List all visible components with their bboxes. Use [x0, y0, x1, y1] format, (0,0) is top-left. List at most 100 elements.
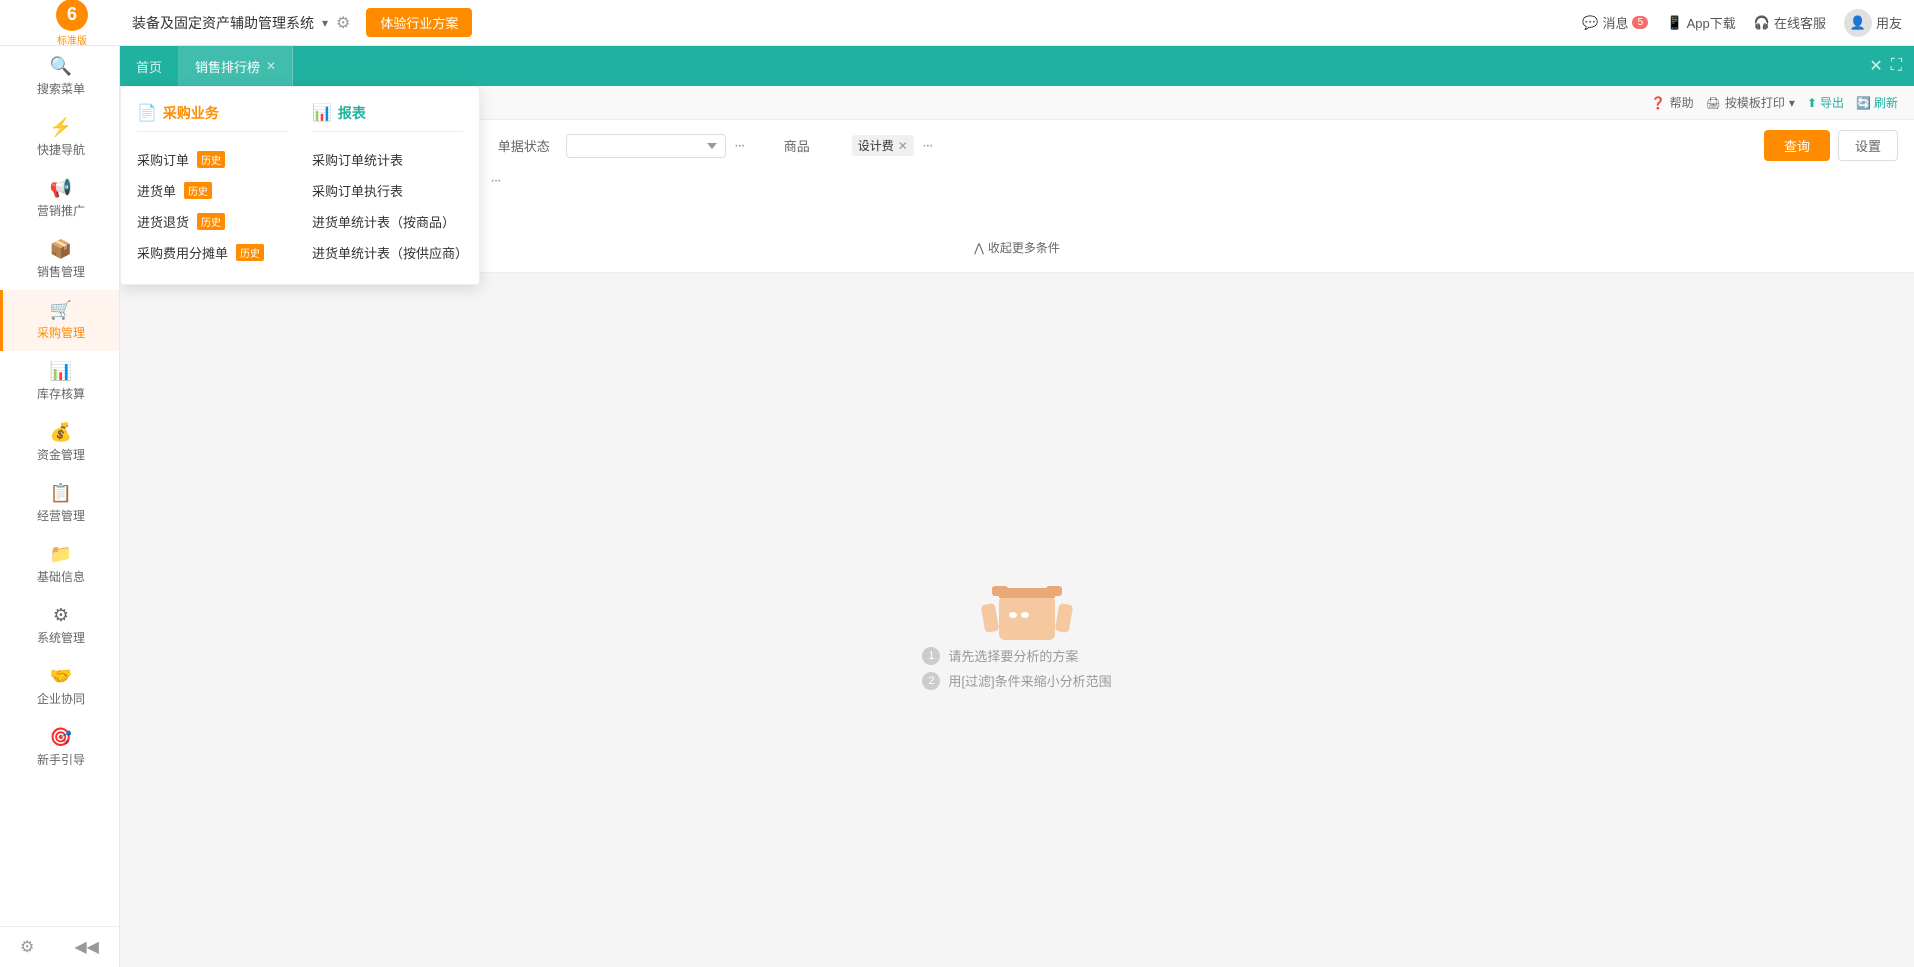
- empty-step-2: 2 用[过滤]条件来缩小分析范围: [922, 671, 1111, 690]
- tab-sales-ranking[interactable]: 销售排行榜 ✕: [179, 46, 293, 86]
- sidebar-bottom: ⚙ ◀◀: [0, 926, 119, 967]
- avatar: 👤: [1844, 9, 1872, 37]
- sidebar-item-system[interactable]: ⚙ 系统管理: [0, 595, 119, 656]
- menu-item-purchase-order-label: 采购订单: [137, 150, 189, 169]
- menu-item-report-order-stat[interactable]: 采购订单统计表: [312, 144, 463, 175]
- menu-item-report-order-exec[interactable]: 采购订单执行表: [312, 175, 463, 206]
- refresh-btn[interactable]: 🔄 刷新: [1856, 94, 1898, 111]
- menu-item-purchase-expense-label: 采购费用分摊单: [137, 243, 228, 262]
- doc-status-more-btn[interactable]: ···: [734, 137, 744, 155]
- sidebar-item-purchase[interactable]: 🛒 采购管理: [0, 290, 119, 351]
- print-btn[interactable]: 🖨 按模板打印 ▾: [1706, 94, 1795, 111]
- refresh-label: 刷新: [1874, 94, 1898, 111]
- user-menu-btn[interactable]: 👤 用友: [1844, 9, 1902, 37]
- sidebar-item-basic-info[interactable]: 📁 基础信息: [0, 534, 119, 595]
- online-service-label: 在线客服: [1774, 13, 1826, 32]
- step-num-1: 1: [922, 647, 940, 665]
- sidebar-label-marketing: 营销推广: [37, 202, 85, 219]
- history-badge-2: 历史: [197, 213, 225, 230]
- export-label: 导出: [1820, 94, 1844, 111]
- sidebar-item-guide[interactable]: 🎯 新手引导: [0, 717, 119, 778]
- tab-maximize-btn[interactable]: ⛶: [1891, 57, 1902, 75]
- purchase-icon: 🛒: [50, 300, 72, 321]
- empty-illustration: [977, 550, 1057, 630]
- operation-icon: 📋: [50, 483, 72, 504]
- sidebar-item-search[interactable]: 🔍 搜索菜单: [0, 46, 119, 107]
- menu-item-goods-receipt[interactable]: 进货单 历史: [137, 175, 288, 206]
- settings-bottom-btn[interactable]: ⚙: [20, 937, 34, 957]
- goods-more-btn[interactable]: ···: [922, 137, 932, 155]
- system-icon: ⚙: [53, 605, 69, 626]
- logo-area: 6 标准版: [12, 0, 132, 47]
- menu-item-purchase-order[interactable]: 采购订单 历史: [137, 144, 288, 175]
- empty-hint-2: 用[过滤]条件来缩小分析范围: [948, 671, 1111, 690]
- tab-home[interactable]: 首页: [120, 46, 179, 86]
- sidebar-label-sales: 销售管理: [37, 263, 85, 280]
- tab-close-btn[interactable]: ✕: [266, 59, 276, 73]
- app-download-btn[interactable]: 📱 App下载: [1666, 13, 1735, 32]
- tab-bar: 首页 销售排行榜 ✕ ✕ ⛶: [120, 46, 1914, 86]
- menu-item-goods-return-label: 进货退货: [137, 212, 189, 231]
- menu-item-report-receipt-by-goods[interactable]: 进货单统计表（按商品）: [312, 206, 463, 237]
- export-icon: ⬆: [1807, 96, 1817, 110]
- sidebar-item-finance[interactable]: 💰 资金管理: [0, 412, 119, 473]
- menu-item-goods-receipt-label: 进货单: [137, 181, 176, 200]
- menu-item-report-receipt-by-goods-label: 进货单统计表（按商品）: [312, 212, 455, 231]
- empty-steps: 1 请先选择要分析的方案 2 用[过滤]条件来缩小分析范围: [922, 646, 1111, 690]
- menu-item-report-order-exec-label: 采购订单执行表: [312, 181, 403, 200]
- messages-badge: 5: [1632, 16, 1648, 29]
- app-download-label: App下载: [1687, 13, 1736, 32]
- menu-item-goods-return[interactable]: 进货退货 历史: [137, 206, 288, 237]
- online-service-btn[interactable]: 🎧 在线客服: [1754, 13, 1826, 32]
- menu-item-purchase-expense[interactable]: 采购费用分摊单 历史: [137, 237, 288, 268]
- salesperson-more-btn[interactable]: ···: [490, 172, 500, 190]
- headset-icon: 🎧: [1754, 15, 1770, 31]
- messages-label: 消息: [1602, 13, 1628, 32]
- print-dropdown-icon: ▾: [1789, 96, 1795, 110]
- sidebar: 🔍 搜索菜单 ⚡ 快捷导航 📢 营销推广 📦 销售管理 🛒 采购管理 📊 库存核…: [0, 46, 120, 967]
- collapse-sidebar-btn[interactable]: ◀◀: [74, 937, 99, 957]
- query-btn[interactable]: 查询: [1764, 130, 1830, 161]
- doc-status-label: 单据状态: [498, 136, 558, 155]
- report-section-title: 📊 报表: [312, 103, 463, 132]
- sales-icon: 📦: [50, 239, 72, 260]
- menu-item-report-receipt-by-supplier[interactable]: 进货单统计表（按供应商）: [312, 237, 463, 268]
- help-label: 帮助: [1670, 94, 1694, 111]
- export-btn[interactable]: ⬆ 导出: [1807, 94, 1844, 111]
- sidebar-item-inventory[interactable]: 📊 库存核算: [0, 351, 119, 412]
- refresh-icon: 🔄: [1856, 96, 1871, 110]
- search-icon: 🔍: [50, 56, 72, 77]
- sidebar-item-marketing[interactable]: 📢 营销推广: [0, 168, 119, 229]
- marketing-icon: 📢: [50, 178, 72, 199]
- system-title-text: 装备及固定资产辅助管理系统: [132, 13, 314, 33]
- system-title: 装备及固定资产辅助管理系统 ▾ ⚙ 体验行业方案: [132, 8, 1582, 37]
- goods-tag-remove[interactable]: ✕: [898, 139, 908, 153]
- sidebar-label-inventory: 库存核算: [37, 385, 85, 402]
- messages-btn[interactable]: 💬 消息 5: [1582, 13, 1648, 32]
- inventory-icon: 📊: [50, 361, 72, 382]
- sidebar-label-system: 系统管理: [37, 629, 85, 646]
- sidebar-item-quicknav[interactable]: ⚡ 快捷导航: [0, 107, 119, 168]
- tab-close-window-btn[interactable]: ✕: [1869, 56, 1882, 76]
- guide-icon: 🎯: [50, 727, 72, 748]
- system-dropdown-btn[interactable]: ▾: [322, 16, 328, 30]
- collab-icon: 🤝: [50, 666, 72, 687]
- top-bar: 6 标准版 装备及固定资产辅助管理系统 ▾ ⚙ 体验行业方案 💬 消息 5 📱 …: [0, 0, 1914, 46]
- print-icon: 🖨: [1706, 96, 1721, 110]
- gear-icon[interactable]: ⚙: [336, 13, 350, 33]
- logo-subtext: 标准版: [57, 32, 87, 47]
- sidebar-item-operation[interactable]: 📋 经营管理: [0, 473, 119, 534]
- settings-btn[interactable]: 设置: [1838, 130, 1898, 161]
- history-badge-0: 历史: [197, 151, 225, 168]
- purchase-section-icon: 📄: [137, 103, 157, 123]
- content-area: 首页 销售排行榜 ✕ ✕ ⛶ 📄 采购业务 采购订单 历史: [120, 46, 1914, 967]
- sidebar-label-basic-info: 基础信息: [37, 568, 85, 585]
- sidebar-item-sales[interactable]: 📦 销售管理: [0, 229, 119, 290]
- sidebar-item-collab[interactable]: 🤝 企业协同: [0, 656, 119, 717]
- help-btn[interactable]: ❓ 帮助: [1651, 94, 1694, 111]
- empty-hint-1: 请先选择要分析的方案: [948, 646, 1078, 665]
- purchase-section-title: 📄 采购业务: [137, 103, 288, 132]
- doc-status-select[interactable]: [566, 134, 726, 158]
- industry-btn[interactable]: 体验行业方案: [366, 8, 472, 37]
- sidebar-label-purchase: 采购管理: [37, 324, 85, 341]
